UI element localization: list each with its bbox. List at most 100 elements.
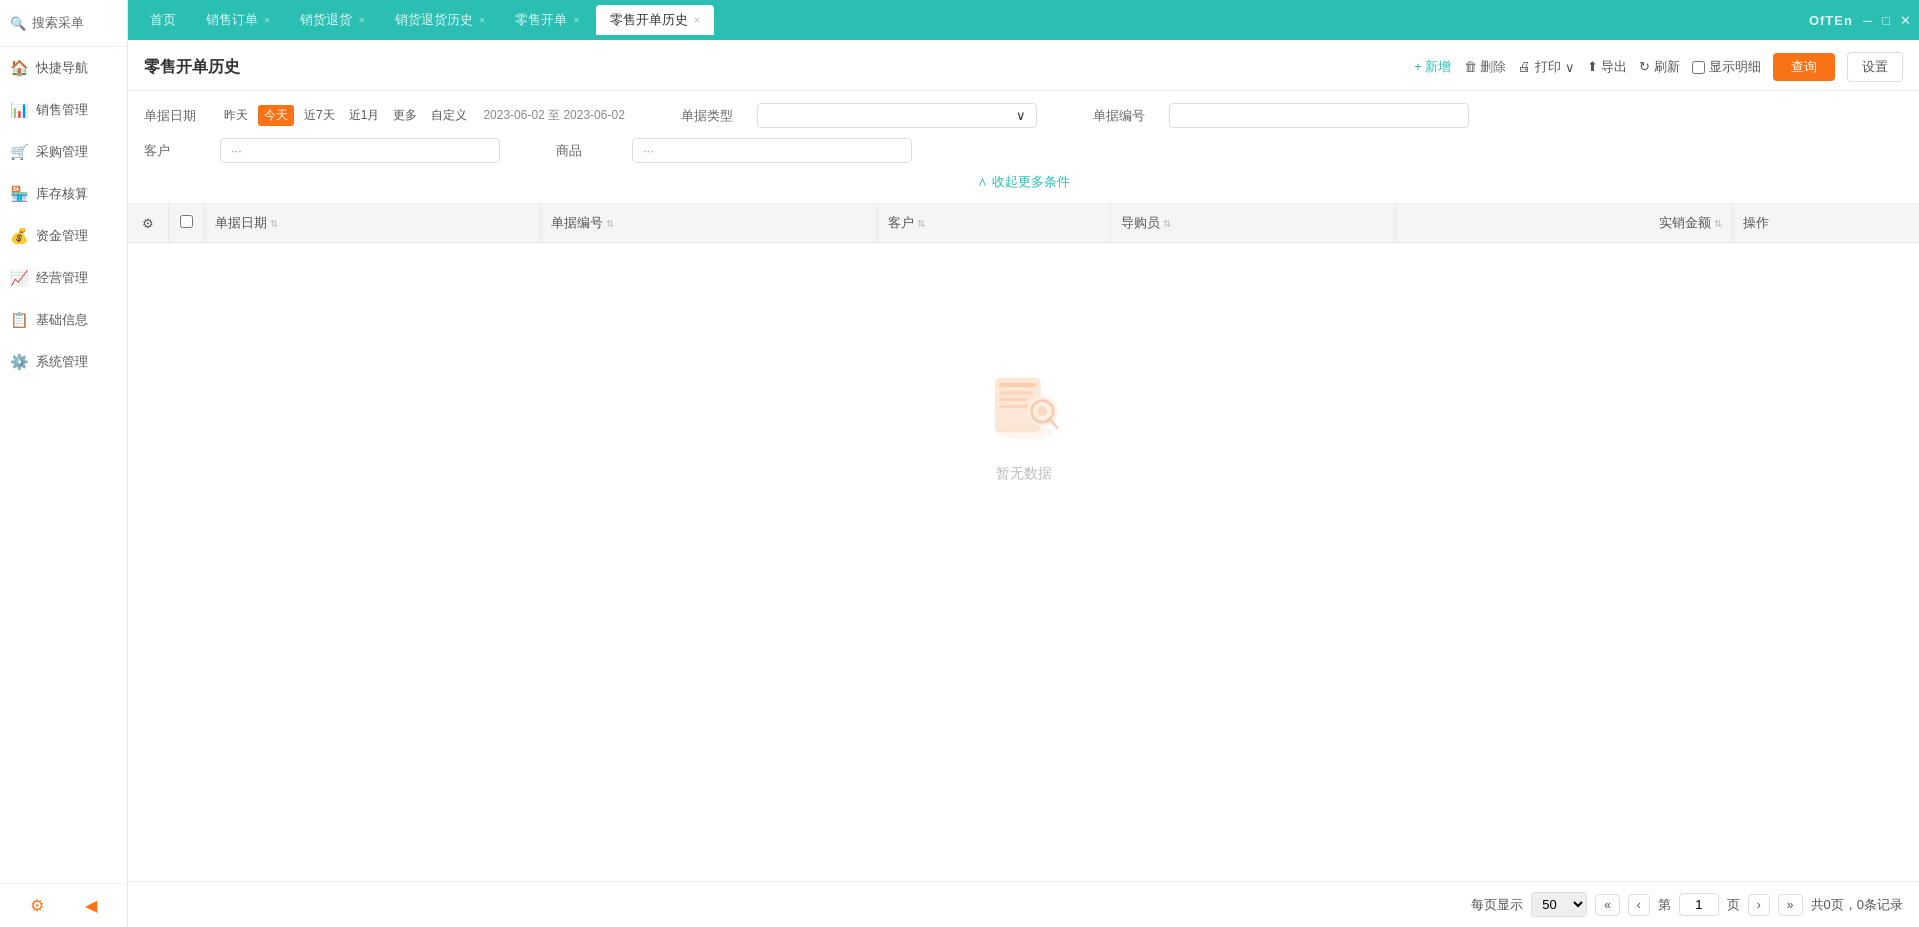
doc-type-arrow: ∨ xyxy=(1016,108,1026,123)
svg-rect-5 xyxy=(999,405,1031,408)
doc-no-input[interactable] xyxy=(1169,103,1469,128)
sort-guide-icon: ⇅ xyxy=(1163,218,1171,229)
search-icon: 🔍 xyxy=(10,16,26,31)
close-btn[interactable]: ✕ xyxy=(1900,13,1911,28)
tab-label-sales-order: 销售订单 xyxy=(206,11,258,29)
settings-bottom-icon[interactable]: ⚙ xyxy=(30,896,44,915)
date-btn-today[interactable]: 今天 xyxy=(258,105,294,126)
print-button[interactable]: 🖨 打印 ∨ xyxy=(1518,58,1575,76)
tab-close-retail-open-history[interactable]: × xyxy=(694,14,700,26)
maximize-btn[interactable]: □ xyxy=(1882,13,1890,28)
base-info-icon: 📋 xyxy=(10,311,28,329)
tab-close-retail-open[interactable]: × xyxy=(573,14,579,26)
sidebar-item-sales-mgmt[interactable]: 📊 销售管理 xyxy=(0,89,127,131)
page-word-di: 第 xyxy=(1658,896,1671,914)
th-customer-label: 客户 xyxy=(888,215,914,230)
sidebar-item-inventory[interactable]: 🏪 库存核算 xyxy=(0,173,127,215)
show-detail-checkbox-label[interactable]: 显示明细 xyxy=(1692,58,1761,76)
show-detail-checkbox[interactable] xyxy=(1692,61,1705,74)
purchase-mgmt-label: 采购管理 xyxy=(36,143,88,161)
date-btn-1month[interactable]: 近1月 xyxy=(345,105,384,126)
page-number-input[interactable] xyxy=(1679,893,1719,916)
collapse-filter-btn[interactable]: ∧ 收起更多条件 xyxy=(144,173,1903,191)
sidebar-search[interactable]: 🔍 搜索采单 xyxy=(0,0,127,47)
base-info-label: 基础信息 xyxy=(36,311,88,329)
goods-input[interactable]: ··· xyxy=(632,138,912,163)
date-range-display: 2023-06-02 至 2023-06-02 xyxy=(483,107,624,124)
quick-nav-icon: 🏠 xyxy=(10,59,28,77)
table-area: ⚙ 单据日期⇅ 单据编号⇅ 客户⇅ 导购员⇅ 实销金额⇅ 操作 xyxy=(128,204,1919,881)
sort-no-icon: ⇅ xyxy=(606,218,614,229)
page-title: 零售开单历史 xyxy=(144,57,240,78)
empty-state: 暂无数据 xyxy=(128,243,1919,593)
tab-sales-return-history[interactable]: 销货退货历史× xyxy=(381,5,499,35)
collapse-sidebar-icon[interactable]: ◀ xyxy=(85,896,97,915)
query-button[interactable]: 查询 xyxy=(1773,53,1835,81)
date-btn-7days[interactable]: 近7天 xyxy=(300,105,339,126)
date-filter-buttons: 昨天 今天 近7天 近1月 更多 自定义 2023-06-02 至 2023-0… xyxy=(220,105,625,126)
pagination: 每页显示 50 20 100 200 « ‹ 第 页 › » 共0页，0条记录 xyxy=(128,881,1919,927)
tab-label-sales-return: 销货退货 xyxy=(300,11,352,29)
customer-input[interactable]: ··· xyxy=(220,138,500,163)
svg-point-9 xyxy=(1037,406,1047,416)
tab-retail-open[interactable]: 零售开单× xyxy=(501,5,593,35)
export-button[interactable]: ⬆ 导出 xyxy=(1587,58,1628,76)
tab-close-sales-return[interactable]: × xyxy=(358,14,364,26)
sidebar-item-base-info[interactable]: 📋 基础信息 xyxy=(0,299,127,341)
last-page-btn[interactable]: » xyxy=(1778,894,1803,916)
th-customer[interactable]: 客户⇅ xyxy=(878,204,1111,243)
tab-home[interactable]: 首页 xyxy=(136,5,190,35)
finance-icon: 💰 xyxy=(10,227,28,245)
tab-close-sales-return-history[interactable]: × xyxy=(479,14,485,26)
sales-mgmt-label: 销售管理 xyxy=(36,101,88,119)
sidebar-item-purchase-mgmt[interactable]: 🛒 采购管理 xyxy=(0,131,127,173)
refresh-button[interactable]: ↻ 刷新 xyxy=(1639,58,1680,76)
add-button[interactable]: + 新增 xyxy=(1414,58,1451,76)
empty-icon xyxy=(974,353,1074,453)
page-size-label: 每页显示 xyxy=(1471,896,1523,914)
th-guide[interactable]: 导购员⇅ xyxy=(1111,204,1396,243)
th-amount[interactable]: 实销金额⇅ xyxy=(1395,204,1732,243)
date-btn-yesterday[interactable]: 昨天 xyxy=(220,105,252,126)
operations-label: 经营管理 xyxy=(36,269,88,287)
delete-button[interactable]: 🗑 删除 xyxy=(1464,58,1507,76)
print-arrow: ∨ xyxy=(1565,60,1575,75)
filter-row-1: 单据日期 昨天 今天 近7天 近1月 更多 自定义 2023-06-02 至 2… xyxy=(144,103,1903,128)
th-amount-label: 实销金额 xyxy=(1659,215,1711,230)
tab-retail-open-history[interactable]: 零售开单历史× xyxy=(596,5,714,35)
date-btn-more[interactable]: 更多 xyxy=(389,105,421,126)
sidebar-item-quick-nav[interactable]: 🏠 快捷导航 xyxy=(0,47,127,89)
prev-page-btn[interactable]: ‹ xyxy=(1628,894,1650,916)
tab-close-sales-order[interactable]: × xyxy=(264,14,270,26)
brand-label: OfTEn xyxy=(1809,13,1853,28)
sort-customer-icon: ⇅ xyxy=(917,218,925,229)
goods-filter-label: 商品 xyxy=(556,142,616,160)
first-page-btn[interactable]: « xyxy=(1595,894,1620,916)
th-no[interactable]: 单据编号⇅ xyxy=(541,204,878,243)
finance-label: 资金管理 xyxy=(36,227,88,245)
sidebar-item-sys-mgmt[interactable]: ⚙️ 系统管理 xyxy=(0,341,127,383)
sidebar-item-operations[interactable]: 📈 经营管理 xyxy=(0,257,127,299)
date-btn-custom[interactable]: 自定义 xyxy=(427,105,471,126)
th-date[interactable]: 单据日期⇅ xyxy=(204,204,541,243)
minimize-btn[interactable]: ─ xyxy=(1863,13,1872,28)
setting-button[interactable]: 设置 xyxy=(1847,52,1903,82)
sidebar-item-finance[interactable]: 💰 资金管理 xyxy=(0,215,127,257)
doc-no-label: 单据编号 xyxy=(1093,107,1153,125)
page-header: 零售开单历史 + 新增 🗑 删除 🖨 打印 ∨ ⬆ 导出 ↻ 刷新 显示明细 查… xyxy=(128,40,1919,91)
sys-mgmt-icon: ⚙️ xyxy=(10,353,28,371)
tab-sales-order[interactable]: 销售订单 × xyxy=(192,5,284,35)
tab-sales-return[interactable]: 销货退货 × xyxy=(286,5,378,35)
doc-type-select[interactable]: ∨ xyxy=(757,103,1037,128)
tab-label-home: 首页 xyxy=(150,11,176,29)
select-all-checkbox[interactable] xyxy=(180,215,193,228)
top-tabs-bar: 首页销售订单×销货退货×销货退货历史×零售开单×零售开单历史× OfTEn ─ … xyxy=(128,0,1919,40)
page-size-select[interactable]: 50 20 100 200 xyxy=(1531,892,1587,917)
sys-mgmt-label: 系统管理 xyxy=(36,353,88,371)
next-page-btn[interactable]: › xyxy=(1748,894,1770,916)
page-word: 页 xyxy=(1727,896,1740,914)
customer-placeholder: ··· xyxy=(231,143,242,158)
purchase-mgmt-icon: 🛒 xyxy=(10,143,28,161)
th-checkbox[interactable] xyxy=(168,204,204,243)
th-settings[interactable]: ⚙ xyxy=(128,204,168,243)
